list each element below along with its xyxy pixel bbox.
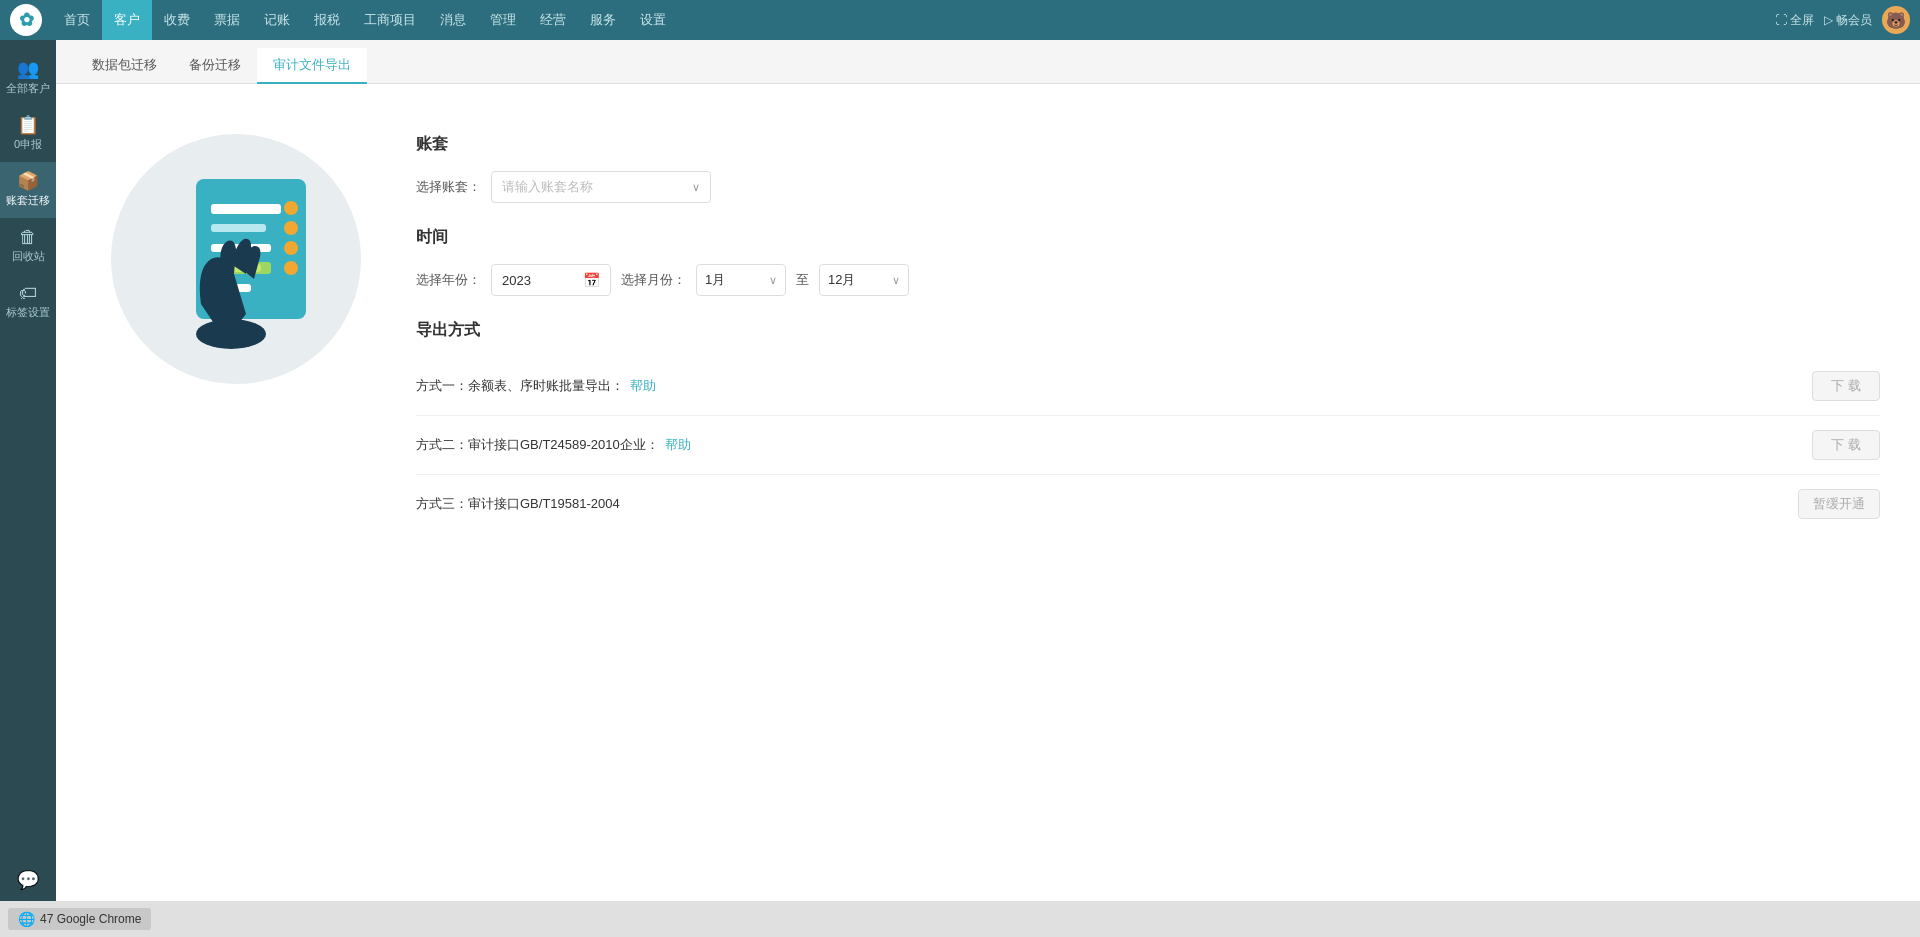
export-method-2: 方式二：审计接口GB/T24589-2010企业： 帮助 下 载 — [416, 416, 1880, 475]
sidebar-item-recycle[interactable]: 🗑 回收站 — [0, 218, 56, 274]
form-area: 账套 选择账套： 请输入账套名称 ∨ 时间 选择年份： 2023 📅 选择月份：… — [416, 114, 1880, 907]
to-text: 至 — [796, 271, 809, 289]
nav-service[interactable]: 服务 — [578, 0, 628, 40]
illustration-svg — [136, 149, 336, 369]
migration-icon: 📦 — [17, 172, 39, 190]
nav-fee[interactable]: 收费 — [152, 0, 202, 40]
chrome-icon: 🌐 — [18, 911, 35, 927]
nav-customer[interactable]: 客户 — [102, 0, 152, 40]
sidebar-item-chat[interactable]: 💬 — [0, 861, 56, 899]
fullscreen-button[interactable]: ⛶ 全屏 — [1775, 12, 1814, 29]
month-end-select[interactable]: 12月 ∨ — [819, 264, 909, 296]
nav-tax[interactable]: 报税 — [302, 0, 352, 40]
svg-point-6 — [284, 201, 298, 215]
app-logo[interactable]: ✿ — [10, 4, 42, 36]
nav-home[interactable]: 首页 — [52, 0, 102, 40]
method-2-text: 方式二：审计接口GB/T24589-2010企业： — [416, 436, 659, 454]
nav-invoice[interactable]: 票据 — [202, 0, 252, 40]
account-select-placeholder: 请输入账套名称 — [502, 178, 593, 196]
logo-icon: ✿ — [19, 9, 34, 31]
declaration-icon: 📋 — [17, 116, 39, 134]
account-form-row: 选择账套： 请输入账套名称 ∨ — [416, 171, 1880, 203]
taskbar-chrome[interactable]: 🌐 47 Google Chrome — [8, 908, 151, 930]
sidebar-item-account-migration[interactable]: 📦 账套迁移 — [0, 162, 56, 218]
sidebar-item-all-customers[interactable]: 👥 全部客户 — [0, 50, 56, 106]
sidebar-item-zero-declaration[interactable]: 📋 0申报 — [0, 106, 56, 162]
export-method-3: 方式三：审计接口GB/T19581-2004 暂缓开通 — [416, 475, 1880, 533]
avatar[interactable]: 🐻 — [1882, 6, 1910, 34]
page-area: 账套 选择账套： 请输入账套名称 ∨ 时间 选择年份： 2023 📅 选择月份：… — [56, 84, 1920, 937]
method-2-help-link[interactable]: 帮助 — [665, 436, 691, 454]
nav-accounting[interactable]: 记账 — [252, 0, 302, 40]
nav-operation[interactable]: 经营 — [528, 0, 578, 40]
export-method-1: 方式一：余额表、序时账批量导出： 帮助 下 载 — [416, 357, 1880, 416]
taskbar: 🌐 47 Google Chrome — [0, 901, 1920, 937]
chat-icon: 💬 — [17, 871, 39, 889]
tab-data-migration[interactable]: 数据包迁移 — [76, 48, 173, 84]
play-icon: ▷ — [1824, 13, 1833, 27]
export-section-title: 导出方式 — [416, 320, 1880, 341]
svg-point-7 — [284, 221, 298, 235]
tab-audit-export[interactable]: 审计文件导出 — [257, 48, 367, 84]
method-1-help-link[interactable]: 帮助 — [630, 377, 656, 395]
account-select-chevron: ∨ — [692, 181, 700, 194]
month-end-chevron: ∨ — [892, 274, 900, 287]
method-3-open-button[interactable]: 暂缓开通 — [1798, 489, 1880, 519]
nav-right: ⛶ 全屏 ▷ 畅会员 🐻 — [1775, 6, 1910, 34]
account-select-label: 选择账套： — [416, 178, 481, 196]
label-icon: 🏷 — [19, 284, 37, 302]
top-navigation: ✿ 首页 客户 收费 票据 记账 报税 工商项目 消息 管理 经营 服务 设置 … — [0, 0, 1920, 40]
time-form-row: 选择年份： 2023 📅 选择月份： 1月 ∨ 至 12月 ∨ — [416, 264, 1880, 296]
sidebar-item-label-settings[interactable]: 🏷 标签设置 — [0, 274, 56, 330]
main-content: 数据包迁移 备份迁移 审计文件导出 — [56, 40, 1920, 937]
fullscreen-icon: ⛶ — [1775, 13, 1787, 27]
member-button[interactable]: ▷ 畅会员 — [1824, 12, 1872, 29]
nav-manage[interactable]: 管理 — [478, 0, 528, 40]
svg-point-8 — [284, 241, 298, 255]
svg-rect-1 — [211, 204, 281, 214]
year-label: 选择年份： — [416, 271, 481, 289]
illustration-area — [96, 114, 376, 907]
tab-backup-migration[interactable]: 备份迁移 — [173, 48, 257, 84]
nav-business[interactable]: 工商项目 — [352, 0, 428, 40]
svg-point-9 — [284, 261, 298, 275]
method-1-text: 方式一：余额表、序时账批量导出： — [416, 377, 624, 395]
nav-message[interactable]: 消息 — [428, 0, 478, 40]
method-1-download-button[interactable]: 下 载 — [1812, 371, 1880, 401]
recycle-icon: 🗑 — [19, 228, 37, 246]
nav-settings[interactable]: 设置 — [628, 0, 678, 40]
customers-icon: 👥 — [17, 60, 39, 78]
account-select[interactable]: 请输入账套名称 ∨ — [491, 171, 711, 203]
svg-rect-2 — [211, 224, 266, 232]
sub-tabs: 数据包迁移 备份迁移 审计文件导出 — [56, 40, 1920, 84]
method-3-text: 方式三：审计接口GB/T19581-2004 — [416, 495, 620, 513]
sidebar: 👥 全部客户 📋 0申报 📦 账套迁移 🗑 回收站 🏷 标签设置 💬 ❓ — [0, 40, 56, 937]
month-label: 选择月份： — [621, 271, 686, 289]
nav-items: 首页 客户 收费 票据 记账 报税 工商项目 消息 管理 经营 服务 设置 — [52, 0, 1775, 40]
month-start-chevron: ∨ — [769, 274, 777, 287]
calendar-icon: 📅 — [583, 272, 600, 288]
month-start-select[interactable]: 1月 ∨ — [696, 264, 786, 296]
year-input[interactable]: 2023 📅 — [491, 264, 611, 296]
account-section-title: 账套 — [416, 134, 1880, 155]
method-2-download-button[interactable]: 下 载 — [1812, 430, 1880, 460]
time-section-title: 时间 — [416, 227, 1880, 248]
illustration-circle — [111, 134, 361, 384]
